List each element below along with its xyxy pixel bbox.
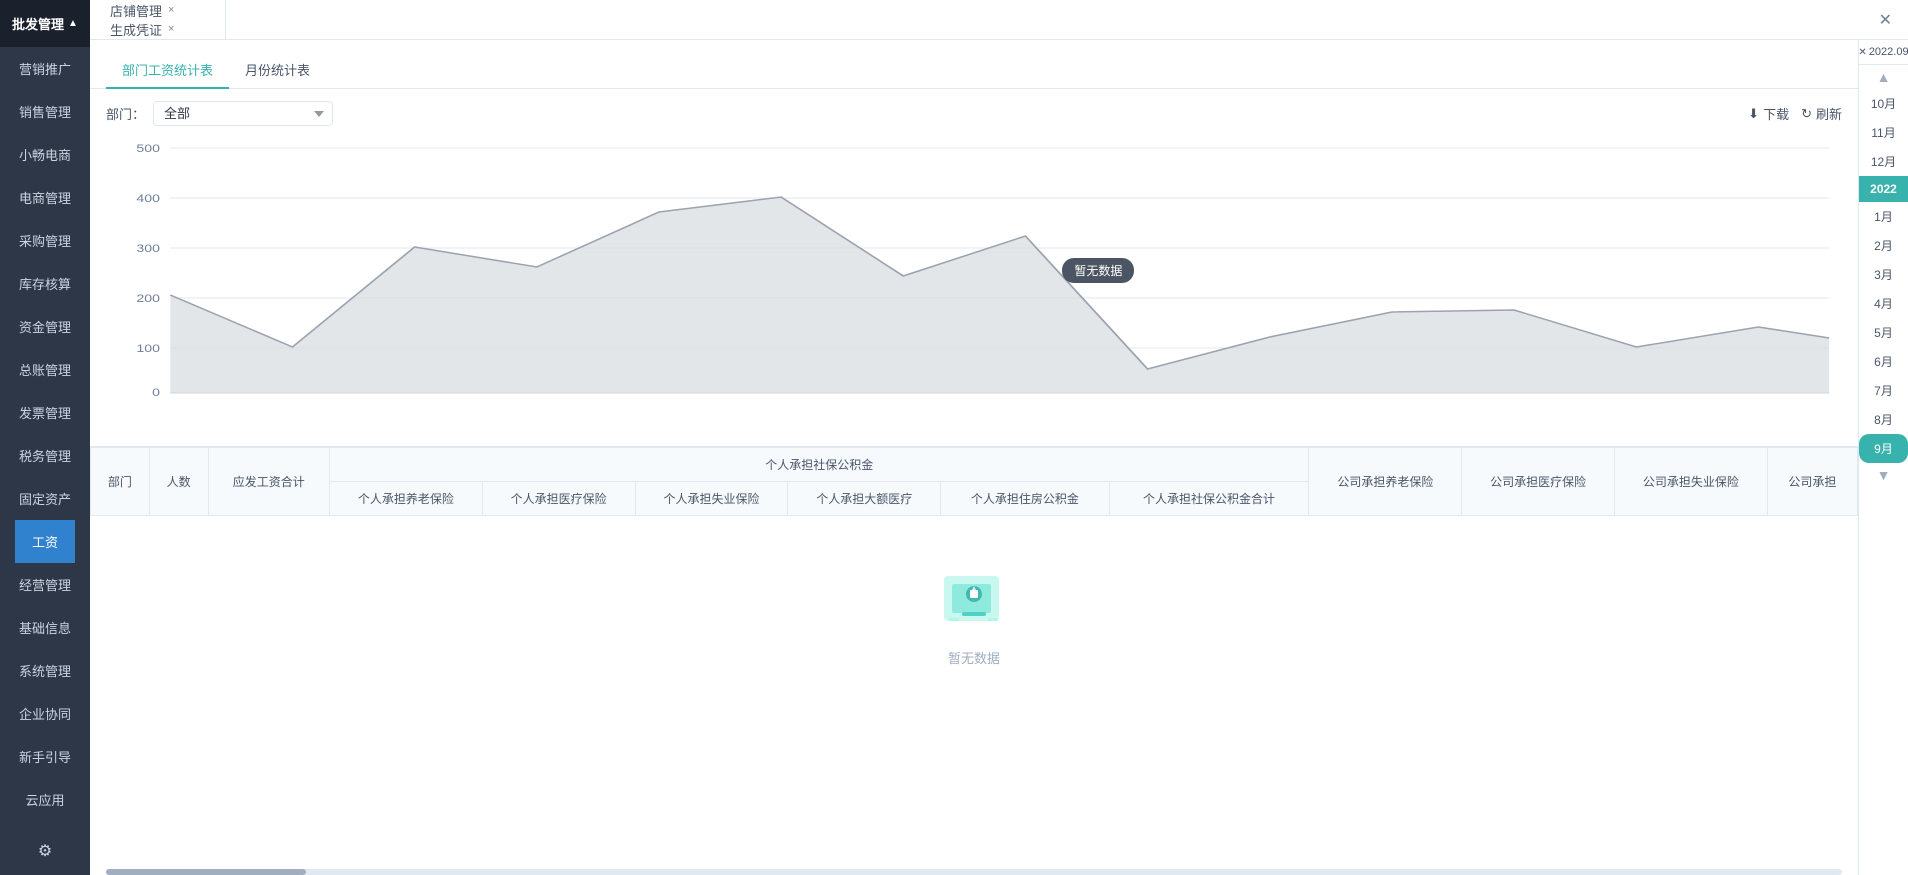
- date-item-10月[interactable]: 10月: [1859, 89, 1908, 118]
- sidebar-item-小畅电商[interactable]: 小畅电商: [15, 133, 75, 176]
- date-item-4月[interactable]: 4月: [1859, 289, 1908, 318]
- th-personal-total: 个人承担社保公积金合计: [1109, 482, 1309, 516]
- th-company-unemployment: 公司承担失业保险: [1615, 448, 1768, 516]
- th-personal-group: 个人承担社保公积金: [329, 448, 1308, 482]
- page-content: 部门工资统计表 月份统计表 部门： 全部 ⬇ 下载 ↻: [90, 40, 1858, 875]
- horizontal-scrollbar[interactable]: [106, 869, 1842, 875]
- tab-close-店铺管理[interactable]: ×: [168, 5, 174, 16]
- sidebar-items: 营销推广销售管理小畅电商电商管理采购管理库存核算资金管理总账管理发票管理税务管理…: [15, 47, 75, 821]
- sidebar-title: 批发管理: [12, 14, 64, 33]
- refresh-label: 刷新: [1816, 104, 1842, 123]
- tab-dept-stats[interactable]: 部门工资统计表: [106, 52, 229, 89]
- download-label: 下载: [1763, 104, 1789, 123]
- sidebar-item-电商管理[interactable]: 电商管理: [15, 176, 75, 219]
- sidebar-item-基础信息[interactable]: 基础信息: [15, 606, 75, 649]
- refresh-button[interactable]: ↻ 刷新: [1801, 104, 1842, 123]
- sidebar-item-营销推广[interactable]: 营销推广: [15, 47, 75, 90]
- sidebar-arrow-icon: ▲: [68, 18, 78, 29]
- date-item-1月[interactable]: 1月: [1859, 202, 1908, 231]
- close-all-button[interactable]: ✕: [1871, 10, 1900, 30]
- th-personal-major-medical: 个人承担大额医疗: [788, 482, 941, 516]
- date-item-9月[interactable]: 9月: [1859, 434, 1908, 463]
- date-panel: ✕ 2022.09 ▲ 10月11月12月20221月2月3月4月5月6月7月8…: [1858, 40, 1908, 875]
- no-data-state: 暂无数据: [90, 516, 1858, 707]
- sidebar-item-工资[interactable]: 工资: [15, 520, 75, 563]
- date-down-arrow[interactable]: ▼: [1859, 463, 1908, 487]
- dept-label: 部门：: [106, 104, 145, 123]
- dept-filter: 部门： 全部: [106, 101, 333, 126]
- date-item-8月[interactable]: 8月: [1859, 405, 1908, 434]
- sidebar-item-系统管理[interactable]: 系统管理: [15, 649, 75, 692]
- sidebar: 批发管理 ▲ 营销推广销售管理小畅电商电商管理采购管理库存核算资金管理总账管理发…: [0, 0, 90, 875]
- content-area: 部门工资统计表 月份统计表 部门： 全部 ⬇ 下载 ↻: [90, 40, 1908, 875]
- table-area[interactable]: 部门 人数 应发工资合计 个人承担社保公积金 公司承担养老保险 公司承担医疗保险…: [90, 446, 1858, 869]
- tab-items-container: 首页门店商品目录×销售单×店铺管理×生成凭证×应收应付调整单×工资表×工资统计报…: [98, 0, 226, 40]
- sidebar-item-销售管理[interactable]: 销售管理: [15, 90, 75, 133]
- no-data-text: 暂无数据: [948, 648, 1000, 667]
- th-personal-pension: 个人承担养老保险: [329, 482, 482, 516]
- th-headcount: 人数: [149, 448, 208, 516]
- svg-text:100: 100: [136, 342, 160, 354]
- sidebar-item-总账管理[interactable]: 总账管理: [15, 348, 75, 391]
- toolbar: 部门： 全部 ⬇ 下载 ↻ 刷新: [90, 89, 1858, 138]
- sidebar-settings-button[interactable]: ⚙: [0, 827, 90, 875]
- chart-area: 500 400 300 200 100 0 暂无数据: [90, 138, 1858, 438]
- main-area: 首页门店商品目录×销售单×店铺管理×生成凭证×应收应付调整单×工资表×工资统计报…: [90, 0, 1908, 875]
- date-panel-current: ✕ 2022.09: [1859, 40, 1908, 65]
- date-item-6月[interactable]: 6月: [1859, 347, 1908, 376]
- th-personal-housing-fund: 个人承担住房公积金: [941, 482, 1109, 516]
- tab-店铺管理[interactable]: 店铺管理×: [98, 1, 226, 20]
- sidebar-item-新手引导[interactable]: 新手引导: [15, 735, 75, 778]
- tab-生成凭证[interactable]: 生成凭证×: [98, 20, 226, 39]
- date-item-7月[interactable]: 7月: [1859, 376, 1908, 405]
- download-icon: ⬇: [1748, 106, 1759, 122]
- tab-month-stats[interactable]: 月份统计表: [229, 52, 326, 89]
- svg-text:400: 400: [136, 192, 160, 204]
- sidebar-header[interactable]: 批发管理 ▲: [0, 0, 90, 47]
- th-dept: 部门: [91, 448, 150, 516]
- top-tab-bar: 首页门店商品目录×销售单×店铺管理×生成凭证×应收应付调整单×工资表×工资统计报…: [90, 0, 1908, 40]
- sidebar-item-企业协同[interactable]: 企业协同: [15, 692, 75, 735]
- sidebar-item-库存核算[interactable]: 库存核算: [15, 262, 75, 305]
- th-total-salary: 应发工资合计: [208, 448, 329, 516]
- th-personal-unemployment: 个人承担失业保险: [635, 482, 788, 516]
- sidebar-item-采购管理[interactable]: 采购管理: [15, 219, 75, 262]
- date-up-arrow[interactable]: ▲: [1859, 65, 1908, 89]
- scrollbar-thumb[interactable]: [106, 869, 306, 875]
- svg-text:300: 300: [136, 242, 160, 254]
- sidebar-item-发票管理[interactable]: 发票管理: [15, 391, 75, 434]
- sidebar-item-资金管理[interactable]: 资金管理: [15, 305, 75, 348]
- date-item-12月[interactable]: 12月: [1859, 147, 1908, 176]
- th-company-medical: 公司承担医疗保险: [1462, 448, 1615, 516]
- current-date-label: 2022.09: [1869, 46, 1908, 58]
- no-data-icon: [934, 556, 1014, 636]
- data-table: 部门 人数 应发工资合计 个人承担社保公积金 公司承担养老保险 公司承担医疗保险…: [90, 447, 1858, 516]
- tab-close-生成凭证[interactable]: ×: [168, 24, 174, 35]
- date-items-container: 10月11月12月20221月2月3月4月5月6月7月8月9月: [1859, 89, 1908, 463]
- sidebar-item-固定资产[interactable]: 固定资产: [15, 477, 75, 520]
- th-personal-medical: 个人承担医疗保险: [482, 482, 635, 516]
- chart-svg: 500 400 300 200 100 0: [106, 138, 1842, 418]
- toolbar-actions: ⬇ 下载 ↻ 刷新: [1748, 104, 1842, 123]
- svg-text:500: 500: [136, 142, 160, 154]
- date-item-2月[interactable]: 2月: [1859, 231, 1908, 260]
- sub-tab-bar: 部门工资统计表 月份统计表: [90, 40, 1858, 89]
- sidebar-item-经营管理[interactable]: 经营管理: [15, 563, 75, 606]
- svg-text:200: 200: [136, 292, 160, 304]
- date-item-2022[interactable]: 2022: [1859, 176, 1908, 202]
- close-date-icon[interactable]: ✕: [1858, 47, 1866, 58]
- sidebar-item-云应用[interactable]: 云应用: [15, 778, 75, 821]
- sidebar-item-税务管理[interactable]: 税务管理: [15, 434, 75, 477]
- th-company-pension: 公司承担养老保险: [1309, 448, 1462, 516]
- dept-select[interactable]: 全部: [153, 101, 333, 126]
- svg-text:0: 0: [152, 386, 160, 398]
- date-item-5月[interactable]: 5月: [1859, 318, 1908, 347]
- date-item-11月[interactable]: 11月: [1859, 118, 1908, 147]
- download-button[interactable]: ⬇ 下载: [1748, 104, 1789, 123]
- date-item-3月[interactable]: 3月: [1859, 260, 1908, 289]
- th-company-other: 公司承担: [1767, 448, 1857, 516]
- refresh-icon: ↻: [1801, 106, 1812, 122]
